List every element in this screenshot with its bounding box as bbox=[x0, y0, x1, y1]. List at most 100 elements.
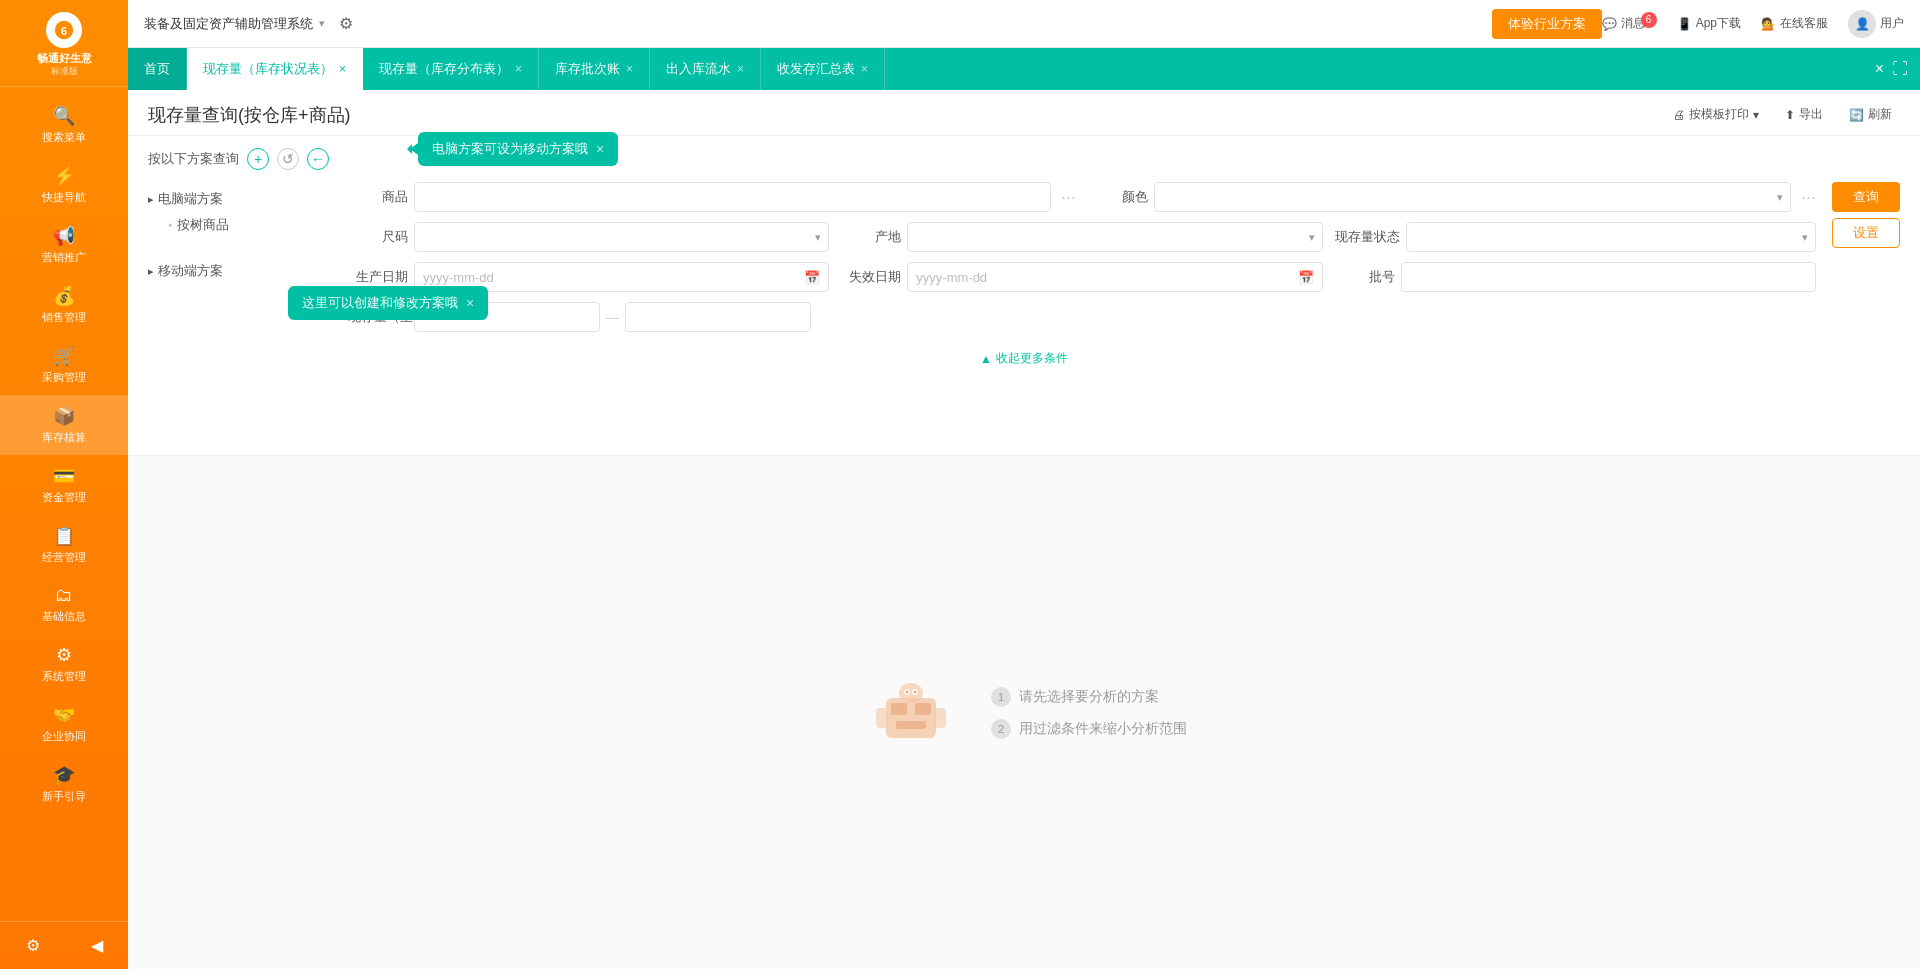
back-btn[interactable]: ← bbox=[307, 148, 329, 170]
collapse-filter-btn[interactable]: ▲ 收起更多条件 bbox=[148, 342, 1900, 371]
tab-label: 出入库流水 bbox=[666, 60, 731, 78]
tab-inout-flow[interactable]: 出入库流水 × bbox=[650, 48, 761, 90]
desktop-scheme-label: 电脑端方案 bbox=[158, 190, 223, 208]
tooltip-create-scheme: 这里可以创建和修改方案哦 × bbox=[288, 286, 488, 320]
quick-nav-icon: ⚡ bbox=[53, 165, 75, 187]
tooltip-close-icon[interactable]: × bbox=[596, 141, 604, 157]
sidebar-item-operations[interactable]: 📋 经营管理 bbox=[0, 515, 128, 575]
scheme-item-tree-product[interactable]: • 按树商品 bbox=[148, 212, 332, 238]
logo-area: 6 畅通好生意 标准版 bbox=[0, 0, 128, 87]
marketing-icon: 📢 bbox=[53, 225, 75, 247]
product-dots-icon[interactable]: ··· bbox=[1061, 187, 1076, 208]
refresh-btn[interactable]: 🔄 刷新 bbox=[1841, 102, 1900, 127]
stock-qty-max-input[interactable] bbox=[625, 302, 811, 332]
product-label: 商品 bbox=[348, 188, 408, 206]
sidebar-collapse-btn[interactable]: ◀ bbox=[87, 932, 107, 959]
sidebar-item-finance[interactable]: 💳 资金管理 bbox=[0, 455, 128, 515]
svg-rect-6 bbox=[876, 708, 888, 728]
svg-point-12 bbox=[914, 690, 917, 693]
tab-close-icon[interactable]: × bbox=[515, 62, 522, 76]
app-download-btn[interactable]: 📱 App下载 bbox=[1677, 15, 1741, 32]
tab-label: 库存批次账 bbox=[555, 60, 620, 78]
filter-label: 按以下方案查询 bbox=[148, 150, 239, 168]
stock-status-select[interactable] bbox=[1406, 222, 1816, 252]
tab-inventory-dist[interactable]: 现存量（库存分布表） × bbox=[363, 48, 539, 90]
sidebar-item-label: 营销推广 bbox=[42, 250, 86, 265]
add-scheme-btn[interactable]: + bbox=[247, 148, 269, 170]
sidebar-item-enterprise[interactable]: 🤝 企业协同 bbox=[0, 694, 128, 754]
tab-close-icon[interactable]: × bbox=[626, 62, 633, 76]
sidebar-item-label: 搜索菜单 bbox=[42, 130, 86, 145]
size-select[interactable] bbox=[414, 222, 829, 252]
base-info-icon: 🗂 bbox=[55, 585, 73, 606]
svg-rect-4 bbox=[915, 703, 931, 715]
page-header: 现存量查询(按仓库+商品) 🖨 按模板打印 ▾ ⬆ 导出 🔄 刷新 bbox=[128, 90, 1920, 136]
home-tab-label: 首页 bbox=[144, 60, 170, 78]
tab-expand-btn[interactable]: ⛶ bbox=[1892, 60, 1908, 78]
empty-text-area: 1 请先选择要分析的方案 2 用过滤条件来缩小分析范围 bbox=[991, 687, 1187, 739]
search-btn[interactable]: 查询 bbox=[1832, 182, 1900, 212]
tab-inventory-status[interactable]: 现存量（库存状况表） × bbox=[187, 48, 363, 90]
color-select[interactable] bbox=[1154, 182, 1791, 212]
reset-form-btn[interactable]: 设置 bbox=[1832, 218, 1900, 248]
user-area[interactable]: 👤 用户 bbox=[1848, 10, 1904, 38]
color-label: 颜色 bbox=[1088, 188, 1148, 206]
sidebar-settings-btn[interactable]: ⚙ bbox=[22, 932, 44, 959]
expire-date-calendar-icon[interactable]: 📅 bbox=[1298, 270, 1314, 285]
top-header: 装备及固定资产辅助管理系统 ▾ ⚙ 体验行业方案 💬 消息 6 📱 App下载 … bbox=[128, 0, 1920, 48]
sidebar-item-search[interactable]: 🔍 搜索菜单 bbox=[0, 95, 128, 155]
product-input[interactable] bbox=[414, 182, 1051, 212]
mobile-scheme-group[interactable]: ▸ 移动端方案 bbox=[148, 258, 332, 284]
sidebar-item-marketing[interactable]: 📢 营销推广 bbox=[0, 215, 128, 275]
sidebar-item-quick-nav[interactable]: ⚡ 快捷导航 bbox=[0, 155, 128, 215]
collapse-up-icon: ▲ bbox=[980, 352, 992, 366]
logo-text: 畅通好生意 bbox=[37, 52, 92, 65]
sidebar-item-guide[interactable]: 🎓 新手引导 bbox=[0, 754, 128, 814]
export-btn[interactable]: ⬆ 导出 bbox=[1777, 102, 1831, 127]
print-btn[interactable]: 🖨 按模板打印 ▾ bbox=[1665, 102, 1767, 127]
system-icon: ⚙ bbox=[56, 644, 72, 666]
prod-date-placeholder: yyyy-mm-dd bbox=[423, 270, 494, 285]
reset-scheme-btn[interactable]: ↺ bbox=[277, 148, 299, 170]
tab-close-icon[interactable]: × bbox=[861, 62, 868, 76]
sidebar-item-sales[interactable]: 💰 销售管理 bbox=[0, 275, 128, 335]
sidebar-bottom: ⚙ ◀ bbox=[0, 921, 128, 969]
filter-row-1: 商品 ··· 颜色 ▾ ··· bbox=[348, 182, 1816, 212]
chevron-down-icon: ▾ bbox=[319, 17, 325, 30]
tab-receive-summary[interactable]: 收发存汇总表 × bbox=[761, 48, 885, 90]
tab-close-icon[interactable]: × bbox=[737, 62, 744, 76]
batch-input[interactable] bbox=[1401, 262, 1816, 292]
online-support-btn[interactable]: 💁 在线客服 bbox=[1761, 15, 1828, 32]
step-2-circle: 2 bbox=[991, 719, 1011, 739]
tab-batch-ledger[interactable]: 库存批次账 × bbox=[539, 48, 650, 90]
filter-field-batch: 批号 bbox=[1335, 262, 1816, 292]
export-icon: ⬆ bbox=[1785, 108, 1795, 122]
expire-date-input[interactable]: yyyy-mm-dd 📅 bbox=[907, 262, 1322, 292]
system-title-text: 装备及固定资产辅助管理系统 bbox=[144, 15, 313, 33]
sidebar-item-label: 资金管理 bbox=[42, 490, 86, 505]
sidebar-item-system[interactable]: ⚙ 系统管理 bbox=[0, 634, 128, 694]
svg-rect-5 bbox=[896, 721, 926, 729]
scheme-dot: • bbox=[168, 218, 173, 233]
main-area: 装备及固定资产辅助管理系统 ▾ ⚙ 体验行业方案 💬 消息 6 📱 App下载 … bbox=[128, 0, 1920, 969]
tab-close-all-btn[interactable]: × bbox=[1875, 60, 1884, 78]
tab-home[interactable]: 首页 bbox=[128, 48, 187, 90]
content-area: 现存量查询(按仓库+商品) 🖨 按模板打印 ▾ ⬆ 导出 🔄 刷新 bbox=[128, 90, 1920, 969]
tab-close-icon[interactable]: × bbox=[339, 62, 346, 76]
sidebar-item-base-info[interactable]: 🗂 基础信息 bbox=[0, 575, 128, 634]
desktop-scheme-group[interactable]: ▸ 电脑端方案 bbox=[148, 186, 332, 212]
sidebar-item-purchase[interactable]: 🛒 采购管理 bbox=[0, 335, 128, 395]
sidebar-item-inventory[interactable]: 📦 库存核算 bbox=[0, 395, 128, 455]
notification-btn[interactable]: 💬 消息 6 bbox=[1602, 15, 1657, 32]
trial-btn[interactable]: 体验行业方案 bbox=[1492, 9, 1602, 39]
header-right: 💬 消息 6 📱 App下载 💁 在线客服 👤 用户 bbox=[1602, 10, 1904, 38]
tooltip2-close-icon[interactable]: × bbox=[466, 295, 474, 311]
collapse-label: 收起更多条件 bbox=[996, 350, 1068, 367]
stock-status-label: 现存量状态 bbox=[1335, 228, 1400, 246]
origin-select[interactable] bbox=[907, 222, 1322, 252]
color-dots-icon[interactable]: ··· bbox=[1801, 187, 1816, 208]
arrow-right-icon: ▸ bbox=[148, 193, 154, 206]
settings-icon[interactable]: ⚙ bbox=[339, 14, 353, 33]
prod-date-label: 生产日期 bbox=[348, 268, 408, 286]
prod-date-calendar-icon[interactable]: 📅 bbox=[804, 270, 820, 285]
